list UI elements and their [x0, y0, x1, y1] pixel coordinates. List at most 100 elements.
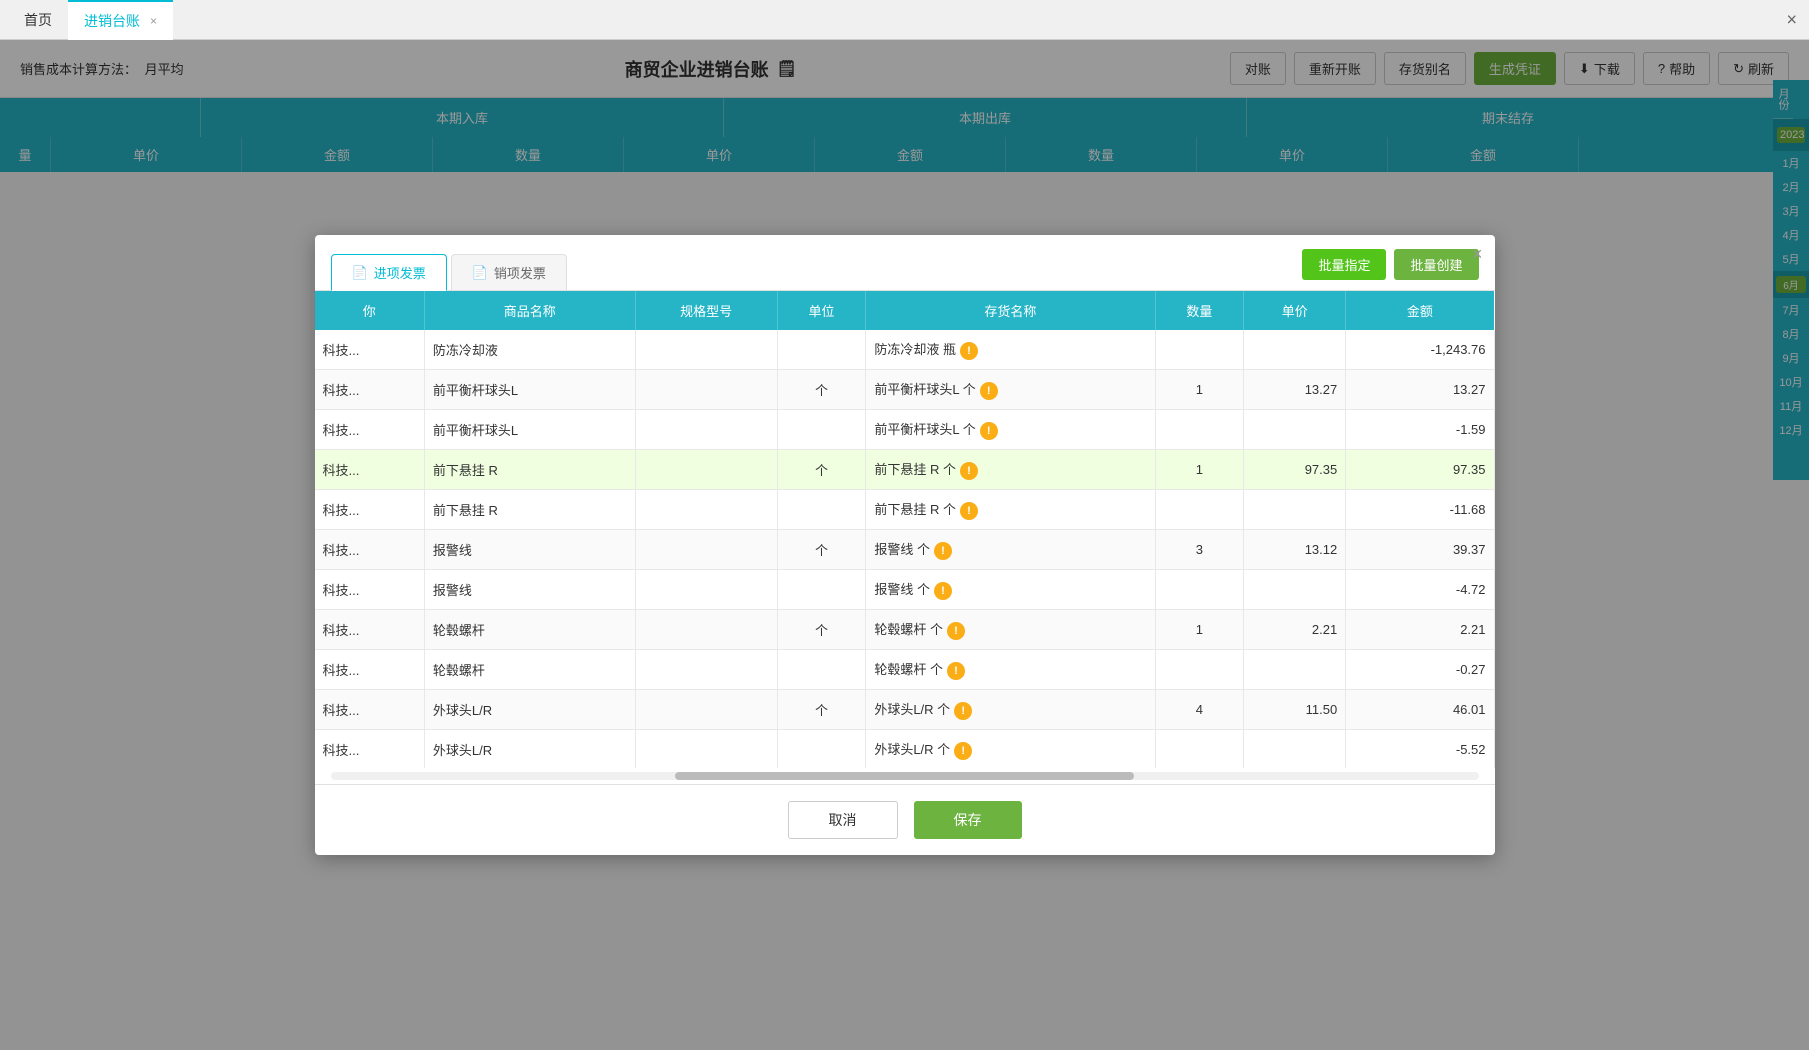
modal-scrollbar[interactable]: [331, 772, 1479, 780]
cell-unit: 个: [777, 610, 866, 650]
warning-icon: !: [947, 622, 965, 640]
overlay: 📄 进项发票 📄 销项发票 批量指定 批量创建 ×: [0, 40, 1809, 1050]
sales-invoice-icon: 📄: [472, 265, 488, 281]
cell-product-name: 轮毂螺杆: [424, 650, 635, 690]
cell-inventory-name: 前下悬挂 R 个!: [866, 450, 1155, 490]
cell-amount: 13.27: [1346, 370, 1494, 410]
th-inventory-name: 存货名称: [866, 291, 1155, 330]
table-row: 科技...前平衡杆球头L前平衡杆球头L 个!-1.59: [315, 410, 1495, 450]
cell-price: 11.50: [1244, 690, 1346, 730]
modal-header: 📄 进项发票 📄 销项发票 批量指定 批量创建 ×: [315, 235, 1495, 291]
cell-unit: [777, 330, 866, 370]
cell-vendor: 科技...: [315, 370, 425, 410]
cell-product-name: 前下悬挂 R: [424, 450, 635, 490]
cell-spec: [635, 610, 777, 650]
batch-create-button[interactable]: 批量创建: [1394, 249, 1478, 280]
invoice-table: 你 商品名称 规格型号 单位 存货名称 数量 单价 金额 科技...防冻冷却液防…: [315, 291, 1495, 768]
cell-qty: [1155, 330, 1244, 370]
cell-inventory-name: 轮毂螺杆 个!: [866, 650, 1155, 690]
cell-qty: 3: [1155, 530, 1244, 570]
cell-spec: [635, 410, 777, 450]
cell-qty: [1155, 570, 1244, 610]
th-col1: 你: [315, 291, 425, 330]
cell-spec: [635, 330, 777, 370]
cell-spec: [635, 570, 777, 610]
table-row: 科技...轮毂螺杆个轮毂螺杆 个!12.212.21: [315, 610, 1495, 650]
cell-vendor: 科技...: [315, 730, 425, 769]
tab-current[interactable]: 进销台账 ×: [68, 0, 173, 40]
cell-qty: [1155, 490, 1244, 530]
table-row: 科技...外球头L/R个外球头L/R 个!411.5046.01: [315, 690, 1495, 730]
table-row: 科技...外球头L/R外球头L/R 个!-5.52: [315, 730, 1495, 769]
cell-product-name: 前平衡杆球头L: [424, 410, 635, 450]
cell-spec: [635, 690, 777, 730]
cell-vendor: 科技...: [315, 610, 425, 650]
cell-inventory-name: 轮毂螺杆 个!: [866, 610, 1155, 650]
cell-price: [1244, 410, 1346, 450]
warning-icon: !: [960, 462, 978, 480]
cell-inventory-name: 外球头L/R 个!: [866, 690, 1155, 730]
th-amount: 金额: [1346, 291, 1494, 330]
warning-icon: !: [960, 342, 978, 360]
cell-price: [1244, 570, 1346, 610]
save-button[interactable]: 保存: [914, 801, 1022, 839]
th-product-name: 商品名称: [424, 291, 635, 330]
table-header-row: 你 商品名称 规格型号 单位 存货名称 数量 单价 金额: [315, 291, 1495, 330]
cell-price: 97.35: [1244, 450, 1346, 490]
cell-unit: [777, 650, 866, 690]
cell-qty: 1: [1155, 450, 1244, 490]
cell-amount: 46.01: [1346, 690, 1494, 730]
table-row: 科技...报警线报警线 个!-4.72: [315, 570, 1495, 610]
table-row: 科技...报警线个报警线 个!313.1239.37: [315, 530, 1495, 570]
cell-spec: [635, 490, 777, 530]
cell-product-name: 前平衡杆球头L: [424, 370, 635, 410]
modal-footer: 取消 保存: [315, 784, 1495, 855]
cell-product-name: 外球头L/R: [424, 690, 635, 730]
cell-amount: -11.68: [1346, 490, 1494, 530]
modal-tab-sales-invoice[interactable]: 📄 销项发票: [451, 254, 567, 290]
cell-inventory-name: 前平衡杆球头L 个!: [866, 370, 1155, 410]
warning-icon: !: [947, 662, 965, 680]
cell-spec: [635, 650, 777, 690]
cell-amount: -1.59: [1346, 410, 1494, 450]
window-close-icon[interactable]: ×: [1786, 9, 1797, 30]
warning-icon: !: [954, 742, 972, 760]
modal-scrollbar-thumb: [675, 772, 1134, 780]
warning-icon: !: [980, 422, 998, 440]
cell-amount: 2.21: [1346, 610, 1494, 650]
cell-unit: 个: [777, 690, 866, 730]
cell-product-name: 前下悬挂 R: [424, 490, 635, 530]
th-qty: 数量: [1155, 291, 1244, 330]
table-row: 科技...轮毂螺杆轮毂螺杆 个!-0.27: [315, 650, 1495, 690]
cell-product-name: 外球头L/R: [424, 730, 635, 769]
cell-spec: [635, 530, 777, 570]
cell-product-name: 轮毂螺杆: [424, 610, 635, 650]
cell-unit: 个: [777, 450, 866, 490]
cell-unit: [777, 490, 866, 530]
cell-unit: [777, 570, 866, 610]
th-unit: 单位: [777, 291, 866, 330]
cell-qty: 4: [1155, 690, 1244, 730]
modal-header-actions: 批量指定 批量创建: [1302, 249, 1478, 290]
modal-tab-input-invoice[interactable]: 📄 进项发票: [331, 254, 447, 291]
cell-vendor: 科技...: [315, 330, 425, 370]
cell-product-name: 报警线: [424, 570, 635, 610]
table-row: 科技...前平衡杆球头L个前平衡杆球头L 个!113.2713.27: [315, 370, 1495, 410]
th-spec: 规格型号: [635, 291, 777, 330]
cell-amount: -1,243.76: [1346, 330, 1494, 370]
cancel-button[interactable]: 取消: [788, 801, 898, 839]
cell-amount: 97.35: [1346, 450, 1494, 490]
cell-inventory-name: 防冻冷却液 瓶!: [866, 330, 1155, 370]
cell-price: 13.27: [1244, 370, 1346, 410]
cell-qty: 1: [1155, 370, 1244, 410]
tab-close-icon[interactable]: ×: [150, 1, 157, 41]
cell-unit: 个: [777, 530, 866, 570]
tab-home[interactable]: 首页: [8, 0, 68, 40]
cell-amount: 39.37: [1346, 530, 1494, 570]
modal-close-icon[interactable]: ×: [1472, 245, 1483, 263]
cell-product-name: 报警线: [424, 530, 635, 570]
cell-vendor: 科技...: [315, 570, 425, 610]
warning-icon: !: [960, 502, 978, 520]
cell-unit: [777, 410, 866, 450]
batch-assign-button[interactable]: 批量指定: [1302, 249, 1386, 280]
